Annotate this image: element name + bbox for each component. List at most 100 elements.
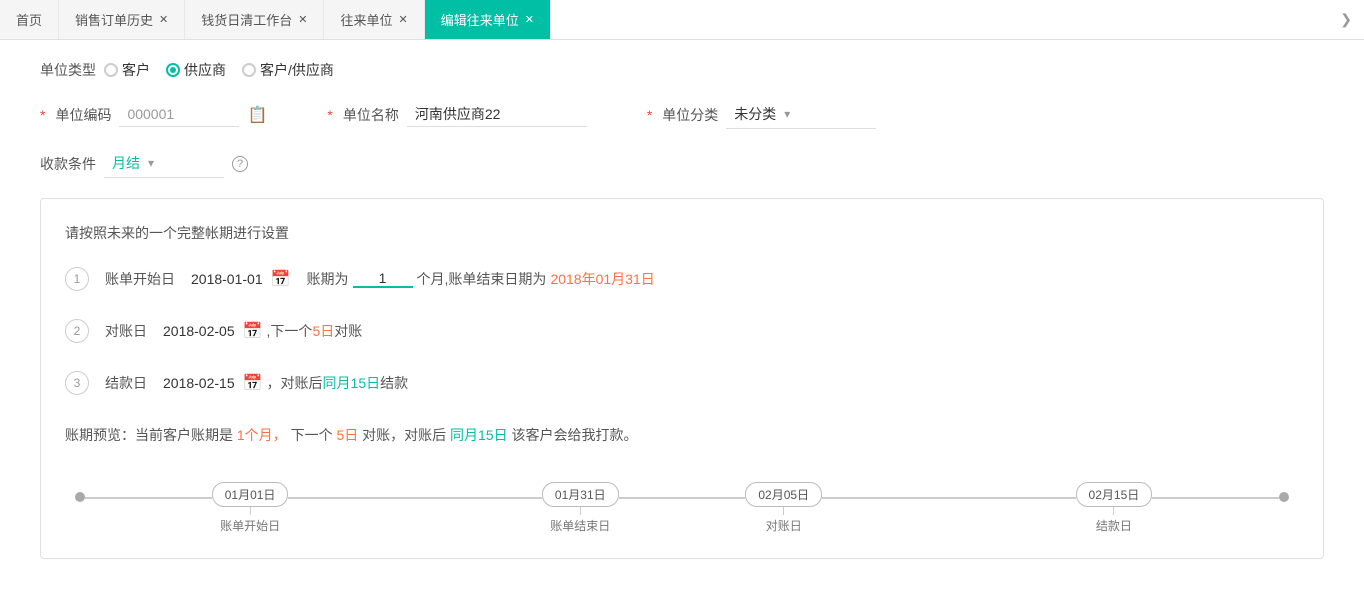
tab-partner-units[interactable]: 往来单位 ✕: [324, 0, 424, 39]
tl-seg-1: [288, 497, 541, 499]
tl-node-3-tick: [783, 507, 784, 515]
tl-seg-4: [1152, 497, 1279, 499]
step-2-number: 2: [65, 319, 89, 343]
close-icon[interactable]: ✕: [159, 13, 168, 26]
period-input[interactable]: [353, 270, 413, 288]
tl-node-1: 01月01日 账单开始日: [212, 482, 289, 534]
close-icon[interactable]: ✕: [399, 13, 408, 26]
step-3-number: 3: [65, 371, 89, 395]
tl-node-1-label: 账单开始日: [220, 517, 280, 534]
tab-home[interactable]: 首页: [0, 0, 59, 39]
preview-part2: 下一个: [291, 427, 333, 443]
unit-type-label: 单位类型: [40, 60, 96, 80]
tl-node-2-badge: 01月31日: [542, 482, 619, 507]
close-icon[interactable]: ✕: [298, 13, 307, 26]
preview-part3: 5日: [336, 427, 358, 443]
step-1-label: 账单开始日: [105, 269, 175, 289]
preview-part1: 1个月，: [237, 427, 287, 443]
tl-node-2-tick: [580, 507, 581, 515]
step-2-label: 对账日: [105, 321, 147, 341]
radio-both-label: 客户/供应商: [260, 60, 334, 80]
tl-node-1-badge: 01月01日: [212, 482, 289, 507]
card-instruction: 请按照未来的一个完整帐期进行设置: [65, 223, 1299, 243]
close-icon[interactable]: ✕: [525, 13, 534, 26]
tab-cash-work[interactable]: 钱货日清工作台 ✕: [185, 0, 324, 39]
step-1-cal-icon[interactable]: 📅: [271, 269, 291, 289]
payment-row: 收款条件 月结 ▾ ?: [40, 149, 1324, 178]
step-3-row: 3 结款日 2018-02-15 📅 ，对账后 同月15日 结款: [65, 371, 1299, 395]
step-1-period-post: 个月,账单结束日期为: [417, 269, 547, 289]
tl-seg-0: [85, 497, 212, 499]
tl-node-3-badge: 02月05日: [745, 482, 822, 507]
preview-text: 账期预览：当前客户账期是 1个月， 下一个 5日 对账，对账后 同月15日 该客…: [65, 423, 1299, 448]
category-required: *: [647, 107, 652, 123]
preview-part6: 该客户会给我打款。: [512, 427, 638, 443]
tl-node-3-label: 对账日: [766, 517, 802, 534]
name-label: 单位名称: [343, 105, 399, 125]
step-1-period-pre: 账期为: [307, 269, 349, 289]
payment-value: 月结: [112, 153, 140, 173]
step-2-row: 2 对账日 2018-02-05 📅 ,下一个 5日 对账: [65, 319, 1299, 343]
step-1-row: 1 账单开始日 2018-01-01 📅 账期为 个月,账单结束日期为 2018…: [65, 267, 1299, 291]
code-input[interactable]: [119, 102, 239, 127]
preview-part5: 同月15日: [450, 427, 508, 443]
radio-supplier-circle[interactable]: [166, 63, 180, 77]
payment-label: 收款条件: [40, 154, 96, 174]
step-1-period-end: 2018年01月31日: [550, 269, 654, 289]
step-3-cal-icon[interactable]: 📅: [243, 373, 263, 393]
copy-icon[interactable]: 📋: [247, 105, 267, 125]
preview-part4: 对账，对账后: [362, 427, 446, 443]
help-icon[interactable]: ?: [232, 156, 248, 172]
tl-start-dot: [75, 492, 85, 502]
radio-supplier-label: 供应商: [184, 60, 226, 80]
radio-supplier[interactable]: 供应商: [166, 60, 226, 80]
radio-customer-label: 客户: [122, 60, 150, 80]
category-value: 未分类: [734, 104, 776, 124]
radio-customer[interactable]: 客户: [104, 60, 150, 80]
tl-seg-2: [619, 497, 746, 499]
tab-sales-order-history[interactable]: 销售订单历史 ✕: [59, 0, 185, 39]
step-2-date: 2018-02-05: [163, 323, 235, 339]
tl-node-1-tick: [250, 507, 251, 515]
unit-type-row: 单位类型 客户 供应商 客户/供应商: [40, 60, 1324, 80]
tab-expand-button[interactable]: ❯: [1328, 11, 1364, 28]
step-3-highlight: 同月15日: [323, 373, 381, 393]
tl-node-4-badge: 02月15日: [1076, 482, 1153, 507]
category-dropdown[interactable]: 未分类 ▾: [726, 100, 876, 129]
name-input[interactable]: [407, 102, 587, 127]
main-content: 单位类型 客户 供应商 客户/供应商 * 单位编码: [0, 40, 1364, 608]
timeline: 01月01日 账单开始日 01月31日 账单结束日 02月05日 对账日: [65, 472, 1299, 534]
tl-end-dot: [1279, 492, 1289, 502]
code-name-category-row: * 单位编码 📋 * 单位名称 * 单位分类 未分类 ▾: [40, 100, 1324, 129]
category-label: 单位分类: [662, 105, 718, 125]
unit-type-field: 单位类型 客户 供应商 客户/供应商: [40, 60, 334, 80]
step-1-date: 2018-01-01: [191, 271, 263, 287]
code-required: *: [40, 107, 45, 123]
tl-node-4: 02月15日 结款日: [1076, 482, 1153, 534]
step-3-desc-pre: ，对账后: [267, 373, 323, 393]
name-field: * 单位名称: [327, 102, 586, 127]
tl-node-2-label: 账单结束日: [550, 517, 610, 534]
tab-edit-partner[interactable]: 编辑往来单位 ✕: [425, 0, 551, 39]
preview-label: 账期预览：当前客户账期是: [65, 427, 233, 443]
unit-type-radio-group: 客户 供应商 客户/供应商: [104, 60, 334, 80]
tl-node-2: 01月31日 账单结束日: [542, 482, 619, 534]
step-2-cal-icon[interactable]: 📅: [243, 321, 263, 341]
step-1-number: 1: [65, 267, 89, 291]
tl-node-3: 02月05日 对账日: [745, 482, 822, 534]
radio-customer-circle[interactable]: [104, 63, 118, 77]
payment-dropdown[interactable]: 月结 ▾: [104, 149, 224, 178]
code-label: 单位编码: [55, 105, 111, 125]
tab-bar: 首页 销售订单历史 ✕ 钱货日清工作台 ✕ 往来单位 ✕ 编辑往来单位 ✕ ❯: [0, 0, 1364, 40]
radio-both[interactable]: 客户/供应商: [242, 60, 334, 80]
period-settings-card: 请按照未来的一个完整帐期进行设置 1 账单开始日 2018-01-01 📅 账期…: [40, 198, 1324, 559]
payment-arrow-icon: ▾: [148, 156, 154, 170]
step-2-desc-pre: ,下一个: [267, 321, 313, 341]
step-2-desc-post: 对账: [334, 321, 362, 341]
category-field: * 单位分类 未分类 ▾: [647, 100, 876, 129]
step-3-label: 结款日: [105, 373, 147, 393]
radio-both-circle[interactable]: [242, 63, 256, 77]
tl-node-4-label: 结款日: [1096, 517, 1132, 534]
step-3-date: 2018-02-15: [163, 375, 235, 391]
tl-seg-3: [822, 497, 1075, 499]
